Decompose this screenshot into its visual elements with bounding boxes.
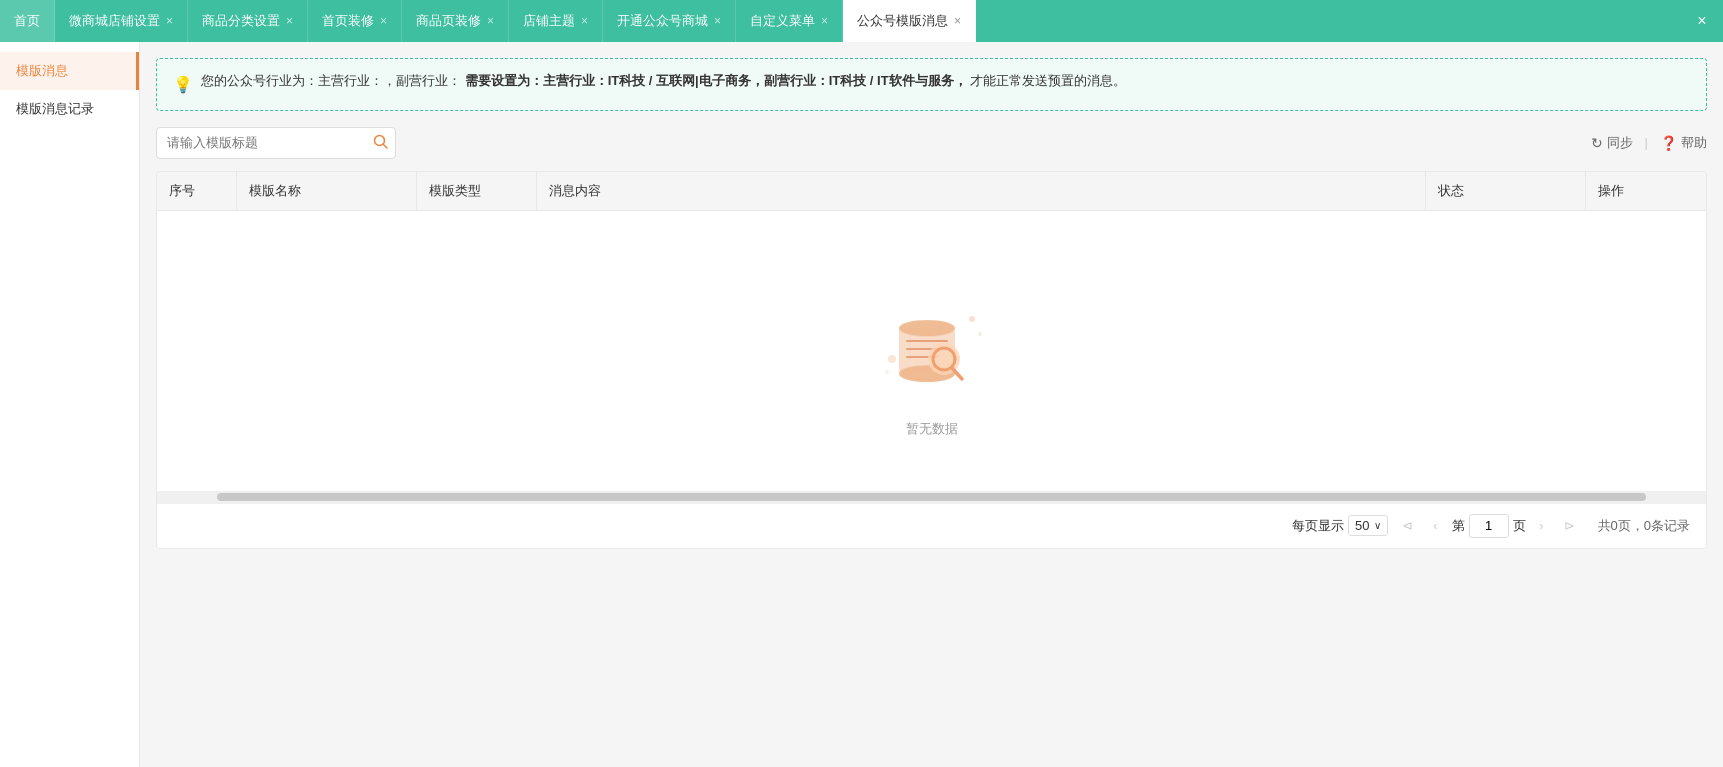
svg-line-1	[384, 144, 388, 148]
nav-tab-home-decor[interactable]: 首页装修 ×	[308, 0, 402, 42]
search-input[interactable]	[156, 127, 396, 159]
nav-tab-shop-theme[interactable]: 店铺主题 ×	[509, 0, 603, 42]
help-icon: ❓	[1660, 135, 1677, 151]
search-icon[interactable]	[373, 134, 388, 152]
sidebar: 模版消息 模版消息记录	[0, 42, 140, 767]
page-nav: ⊲ ‹ 第 页 › ⊳	[1396, 514, 1582, 538]
notice-highlight: 需要设置为：主营行业：IT科技 / 互联网|电子商务，副营行业：IT科技 / I…	[465, 73, 967, 88]
nav-tab-shop-theme-label: 店铺主题	[523, 12, 575, 30]
notice-box: 💡 您的公众号行业为：主营行业：，副营行业： 需要设置为：主营行业：IT科技 /…	[156, 58, 1707, 111]
content-area: 💡 您的公众号行业为：主营行业：，副营行业： 需要设置为：主营行业：IT科技 /…	[140, 42, 1723, 767]
col-type: 模版类型	[417, 172, 537, 210]
toolbar-divider: |	[1645, 135, 1648, 150]
close-template-msg-icon[interactable]: ×	[954, 14, 961, 28]
nav-tab-open-mall[interactable]: 开通公众号商城 ×	[603, 0, 736, 42]
notice-bulb-icon: 💡	[173, 72, 193, 98]
toolbar-right: ↻ 同步 | ❓ 帮助	[1591, 134, 1707, 152]
sync-button[interactable]: ↻ 同步	[1591, 134, 1633, 152]
notice-prefix: 您的公众号行业为：主营行业：，副营行业：	[201, 73, 461, 88]
nav-tab-template-msg[interactable]: 公众号模版消息 ×	[843, 0, 976, 42]
page-size-dropdown[interactable]: 50 ∨	[1348, 515, 1387, 536]
close-open-mall-icon[interactable]: ×	[714, 14, 721, 28]
nav-tab-product-decor[interactable]: 商品页装修 ×	[402, 0, 509, 42]
sidebar-item-template-msg-record[interactable]: 模版消息记录	[0, 90, 139, 128]
col-index: 序号	[157, 172, 237, 210]
close-category-settings-icon[interactable]: ×	[286, 14, 293, 28]
help-label: 帮助	[1681, 134, 1707, 152]
page-size-select: 每页显示 50 ∨	[1292, 515, 1387, 536]
nav-tab-home[interactable]: 首页	[0, 0, 55, 42]
main-layout: 模版消息 模版消息记录 💡 您的公众号行业为：主营行业：，副营行业： 需要设置为…	[0, 42, 1723, 767]
nav-tab-custom-menu[interactable]: 自定义菜单 ×	[736, 0, 843, 42]
notice-text: 您的公众号行业为：主营行业：，副营行业： 需要设置为：主营行业：IT科技 / 互…	[201, 71, 1126, 92]
nav-tab-category-settings[interactable]: 商品分类设置 ×	[188, 0, 308, 42]
dropdown-arrow-icon: ∨	[1374, 520, 1381, 531]
nav-tab-template-msg-label: 公众号模版消息	[857, 12, 948, 30]
nav-tab-shop-settings[interactable]: 微商城店铺设置 ×	[55, 0, 188, 42]
close-home-decor-icon[interactable]: ×	[380, 14, 387, 28]
close-shop-settings-icon[interactable]: ×	[166, 14, 173, 28]
page-unit: 页	[1513, 517, 1526, 535]
col-status: 状态	[1426, 172, 1586, 210]
sync-icon: ↻	[1591, 135, 1603, 151]
data-table: 序号 模版名称 模版类型 消息内容 状态 操作	[156, 171, 1707, 549]
page-number-input[interactable]	[1469, 514, 1509, 538]
nav-tab-category-settings-label: 商品分类设置	[202, 12, 280, 30]
sidebar-item-template-msg[interactable]: 模版消息	[0, 52, 139, 90]
nav-close-all-button[interactable]: ×	[1681, 0, 1723, 42]
page-word: 第	[1452, 517, 1465, 535]
nav-tab-home-decor-label: 首页装修	[322, 12, 374, 30]
page-size-value: 50	[1355, 518, 1369, 533]
prev-page-button[interactable]: ‹	[1424, 514, 1448, 538]
next-page-button[interactable]: ›	[1530, 514, 1554, 538]
sync-label: 同步	[1607, 134, 1633, 152]
col-name: 模版名称	[237, 172, 417, 210]
nav-tab-shop-settings-label: 微商城店铺设置	[69, 12, 160, 30]
col-action: 操作	[1586, 172, 1706, 210]
search-input-wrap	[156, 127, 396, 159]
svg-point-13	[969, 316, 975, 322]
empty-state: 暂无数据	[157, 211, 1706, 491]
svg-point-5	[899, 320, 955, 336]
nav-tab-custom-menu-label: 自定义菜单	[750, 12, 815, 30]
page-size-label: 每页显示	[1292, 517, 1344, 535]
close-custom-menu-icon[interactable]: ×	[821, 14, 828, 28]
notice-suffix: 才能正常发送预置的消息。	[970, 73, 1126, 88]
svg-point-16	[885, 370, 889, 374]
svg-point-14	[978, 332, 982, 336]
sidebar-item-template-msg-record-label: 模版消息记录	[16, 101, 94, 116]
help-button[interactable]: ❓ 帮助	[1660, 134, 1707, 152]
last-page-button[interactable]: ⊳	[1558, 514, 1582, 538]
close-product-decor-icon[interactable]: ×	[487, 14, 494, 28]
empty-illustration	[872, 284, 992, 404]
empty-text: 暂无数据	[906, 420, 958, 438]
pagination: 每页显示 50 ∨ ⊲ ‹ 第 页 › ⊳ 共0页，0条记录	[157, 503, 1706, 548]
nav-tab-home-label: 首页	[14, 12, 40, 30]
horizontal-scrollbar[interactable]	[157, 491, 1706, 503]
first-page-button[interactable]: ⊲	[1396, 514, 1420, 538]
table-header: 序号 模版名称 模版类型 消息内容 状态 操作	[157, 172, 1706, 211]
scrollbar-thumb[interactable]	[217, 493, 1646, 501]
col-content: 消息内容	[537, 172, 1426, 210]
nav-tab-open-mall-label: 开通公众号商城	[617, 12, 708, 30]
page-total: 共0页，0条记录	[1598, 517, 1690, 535]
top-nav: 首页 微商城店铺设置 × 商品分类设置 × 首页装修 × 商品页装修 × 店铺主…	[0, 0, 1723, 42]
search-bar: ↻ 同步 | ❓ 帮助	[156, 127, 1707, 159]
sidebar-item-template-msg-label: 模版消息	[16, 63, 68, 78]
nav-tab-product-decor-label: 商品页装修	[416, 12, 481, 30]
close-shop-theme-icon[interactable]: ×	[581, 14, 588, 28]
svg-point-15	[888, 355, 896, 363]
